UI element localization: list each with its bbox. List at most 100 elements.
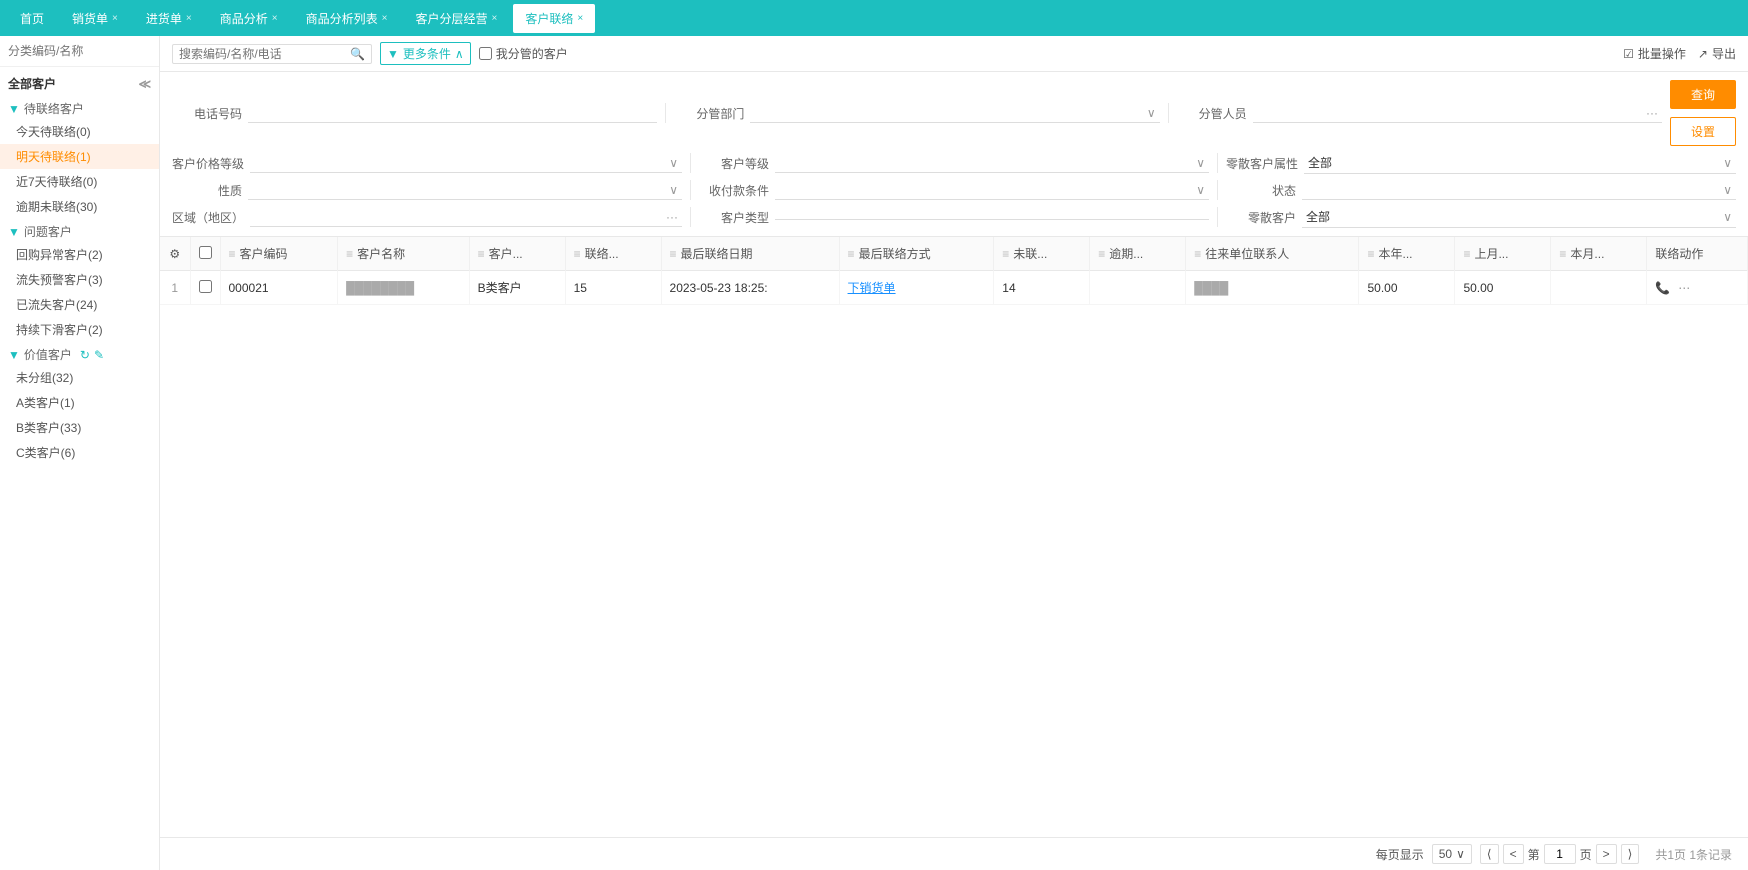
export-button[interactable]: ↗ 导出 (1698, 45, 1736, 62)
col-contact-person[interactable]: ≡往来单位联系人 (1186, 237, 1359, 271)
customer-type-select[interactable] (775, 215, 1209, 220)
action-more-icon[interactable]: ⋯ (1678, 281, 1690, 295)
search-icon[interactable]: 🔍 (350, 47, 365, 61)
customer-value-select[interactable]: ∨ (250, 154, 682, 173)
col-no-contact[interactable]: ≡未联... (994, 237, 1090, 271)
sidebar-item-churned[interactable]: 已流失客户(24) (0, 292, 159, 317)
col-last-method[interactable]: ≡最后联络方式 (839, 237, 994, 271)
gender-select[interactable]: ∨ (248, 181, 682, 200)
page-size-select[interactable]: 50 ∨ (1432, 844, 1472, 864)
sidebar: 🔍 全部客户 ≪ ▼ 待联络客户 今天待联络(0) 明天待联络(1) 近7天待联… (0, 36, 160, 870)
sidebar-search-input[interactable] (8, 44, 160, 58)
col-this-year[interactable]: ≡本年... (1359, 237, 1455, 271)
col-this-month[interactable]: ≡本月... (1551, 237, 1647, 271)
sidebar-item-ungrouped[interactable]: 未分组(32) (0, 365, 159, 390)
nav-close-analysis[interactable]: × (272, 13, 278, 24)
value-triangle-icon: ▼ (8, 348, 20, 362)
col-contact-count[interactable]: ≡联络... (565, 237, 661, 271)
search-input[interactable] (179, 47, 346, 61)
filter-customer-level: 客户等级 ∨ (699, 154, 1209, 173)
col-date-icon: ≡ (670, 247, 677, 261)
nav-close-analysis-list[interactable]: × (382, 13, 388, 24)
nav-item-customer-tier[interactable]: 客户分层经营 × (403, 4, 509, 33)
col-cp-icon: ≡ (1194, 247, 1201, 261)
sidebar-item-7days[interactable]: 近7天待联络(0) (0, 169, 159, 194)
filter-customer-type: 客户类型 (699, 209, 1209, 226)
col-code[interactable]: ≡客户编码 (220, 237, 338, 271)
first-page-button[interactable]: ⟨ (1480, 844, 1499, 864)
row-checkbox[interactable] (199, 280, 212, 293)
payment-select[interactable]: ∨ (775, 181, 1209, 200)
nav-item-home[interactable]: 首页 (8, 4, 56, 33)
last-method-link[interactable]: 下销货单 (848, 281, 896, 295)
nav-item-analysis-list[interactable]: 商品分析列表 × (294, 4, 400, 33)
value-refresh-icon[interactable]: ↻ (80, 348, 90, 362)
sidebar-item-overdue[interactable]: 逾期未联络(30) (0, 194, 159, 219)
my-customer-checkbox[interactable] (479, 47, 492, 60)
action-phone-icon[interactable]: 📞 (1655, 281, 1670, 295)
value-edit-icon[interactable]: ✎ (94, 348, 104, 362)
retail-select[interactable]: 全部 ∨ (1302, 206, 1736, 228)
region-select[interactable]: ··· (250, 208, 682, 227)
sidebar-item-c-class[interactable]: C类客户(6) (0, 440, 159, 465)
nav-item-customer-contact[interactable]: 客户联络 × (513, 4, 595, 33)
dept-arrow-icon: ∨ (1147, 106, 1156, 120)
phone-input[interactable] (248, 104, 657, 123)
sidebar-item-repurchase[interactable]: 回购异常客户(2) (0, 242, 159, 267)
filter-status: 状态 ∨ (1226, 181, 1736, 200)
last-page-button[interactable]: ⟩ (1621, 844, 1640, 864)
nav-item-purchase[interactable]: 进货单 × (134, 4, 204, 33)
filter-retail: 零散客户 全部 ∨ (1226, 206, 1736, 228)
sidebar-item-a-class[interactable]: A类客户(1) (0, 390, 159, 415)
row-last-method[interactable]: 下销货单 (839, 271, 994, 305)
my-customer-checkbox-area[interactable]: 我分管的客户 (479, 45, 568, 62)
retail-arrow-icon: ∨ (1723, 210, 1732, 224)
col-overdue[interactable]: ≡逾期... (1090, 237, 1186, 271)
sidebar-item-declining[interactable]: 持续下滑客户(2) (0, 317, 159, 342)
nav-close-customer-tier[interactable]: × (491, 13, 497, 24)
status-select[interactable]: ∨ (1302, 181, 1736, 200)
nav-close-sales[interactable]: × (112, 13, 118, 24)
dept-select[interactable]: ∨ (750, 104, 1159, 123)
col-last-month[interactable]: ≡上月... (1455, 237, 1551, 271)
nav-item-sales[interactable]: 销货单 × (60, 4, 130, 33)
top-nav: 首页 销货单 × 进货单 × 商品分析 × 商品分析列表 × 客户分层经营 × … (0, 0, 1748, 36)
sidebar-item-today[interactable]: 今天待联络(0) (0, 119, 159, 144)
page-input[interactable] (1544, 844, 1576, 864)
batch-op-button[interactable]: ☑ 批量操作 (1623, 45, 1686, 62)
set-button[interactable]: 设置 (1670, 117, 1736, 146)
retail-attr-select[interactable]: 全部 ∨ (1304, 152, 1736, 174)
nav-close-purchase[interactable]: × (186, 13, 192, 24)
customer-level-select[interactable]: ∨ (775, 154, 1209, 173)
collapse-icon[interactable]: ≪ (138, 77, 151, 91)
prev-page-button[interactable]: < (1503, 844, 1524, 864)
region-dots-icon[interactable]: ··· (666, 210, 678, 224)
nav-close-customer-contact[interactable]: × (577, 13, 583, 24)
sidebar-item-tomorrow[interactable]: 明天待联络(1) (0, 144, 159, 169)
row-type: B类客户 (469, 271, 565, 305)
nav-item-analysis[interactable]: 商品分析 × (208, 4, 290, 33)
filter-row-2: 客户价格等级 ∨ 客户等级 ∨ 零散客户属性 (172, 152, 1736, 174)
query-button[interactable]: 查询 (1670, 80, 1736, 109)
filter-gender: 性质 ∨ (172, 181, 682, 200)
page-label: 第 (1528, 846, 1540, 863)
filter-divider-5 (690, 180, 691, 200)
sidebar-item-churn-warning[interactable]: 流失预警客户(3) (0, 267, 159, 292)
filter-customer-value: 客户价格等级 ∨ (172, 154, 682, 173)
value-group-label: ▼ 价值客户 ↻ ✎ (0, 342, 159, 365)
next-page-button[interactable]: > (1596, 844, 1617, 864)
select-all-checkbox[interactable] (199, 246, 212, 259)
col-type[interactable]: ≡客户... (469, 237, 565, 271)
row-code: 000021 (220, 271, 338, 305)
more-filter-button[interactable]: ▼ 更多条件 ∧ (380, 42, 471, 65)
row-name: ████████ (338, 271, 470, 305)
col-name[interactable]: ≡客户名称 (338, 237, 470, 271)
manager-select[interactable]: ··· (1253, 104, 1662, 123)
col-method-icon: ≡ (848, 247, 855, 261)
col-settings[interactable]: ⚙ (160, 237, 190, 271)
manager-dots-icon[interactable]: ··· (1646, 106, 1658, 120)
col-last-date[interactable]: ≡最后联络日期 (661, 237, 839, 271)
sidebar-item-b-class[interactable]: B类客户(33) (0, 415, 159, 440)
toolbar: 🔍 ▼ 更多条件 ∧ 我分管的客户 ☑ 批量操作 ↗ 导出 (160, 36, 1748, 72)
per-page-value: 50 (1439, 847, 1452, 861)
